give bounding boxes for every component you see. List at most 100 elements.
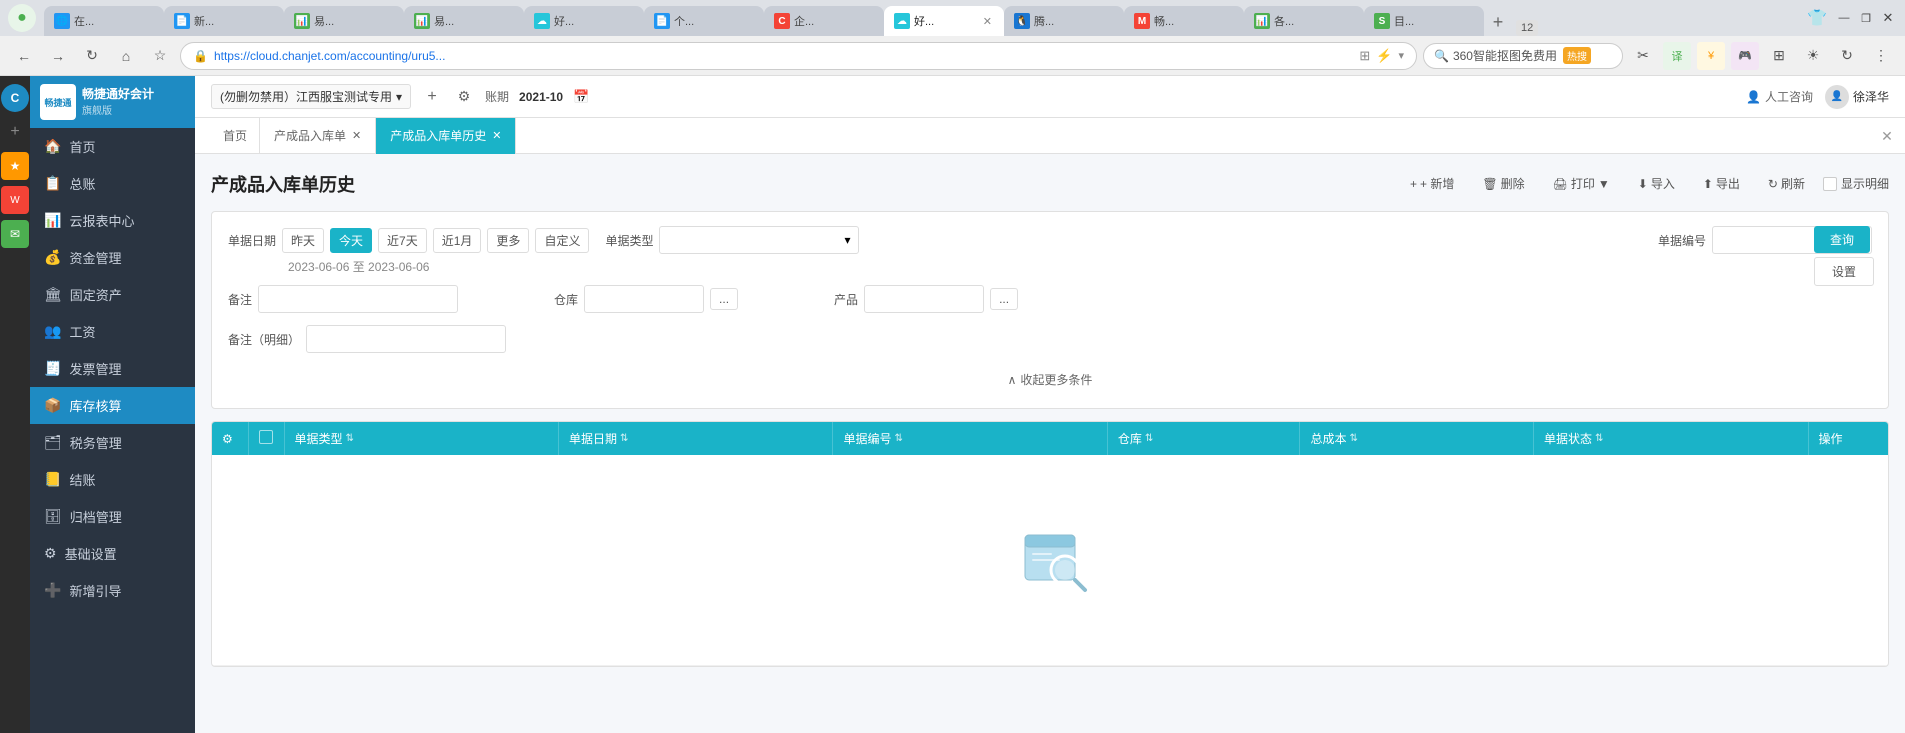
th-settings[interactable]: ⚙	[212, 422, 248, 455]
sidebar-item-archive[interactable]: 🗄 归档管理	[30, 498, 195, 535]
page-tab-history[interactable]: 产成品入库单历史 ✕	[376, 118, 516, 154]
export-button[interactable]: ⬆ 导出	[1693, 170, 1750, 197]
import-button[interactable]: ⬇ 导入	[1628, 170, 1685, 197]
calendar-icon[interactable]: 📅	[573, 89, 589, 105]
th-total-cost[interactable]: 总成本 ⇅	[1300, 422, 1534, 455]
page-tab-list-close[interactable]: ✕	[352, 129, 361, 142]
icon-bar-chanjet[interactable]: C	[1, 84, 29, 112]
browser-tab-8[interactable]: ☁ 好... ✕	[884, 6, 1004, 36]
add-company-button[interactable]: +	[421, 86, 443, 108]
home-nav-button[interactable]: ⌂	[112, 42, 140, 70]
th-doc-type[interactable]: 单据类型 ⇅	[284, 422, 558, 455]
th-checkbox[interactable]	[248, 422, 284, 455]
apps-icon[interactable]: ⊞	[1765, 42, 1793, 70]
warehouse-ellipsis[interactable]: ...	[710, 288, 738, 310]
address-bar[interactable]: 🔒 https://cloud.chanjet.com/accounting/u…	[180, 42, 1417, 70]
settings-search-button[interactable]: 设置	[1814, 257, 1874, 286]
refresh-nav-button[interactable]: ↻	[78, 42, 106, 70]
sidebar-item-invoice[interactable]: 🧾 发票管理	[30, 350, 195, 387]
company-settings-button[interactable]: ⚙	[453, 86, 475, 108]
icon-bar-weibo[interactable]: W	[1, 186, 29, 214]
browser-tab-12[interactable]: S 目...	[1364, 6, 1484, 36]
tab-close-8[interactable]: ✕	[981, 13, 994, 30]
select-chevron-icon: ▾	[844, 233, 850, 247]
dropdown-icon[interactable]: ▾	[1398, 49, 1404, 62]
th-doc-number[interactable]: 单据编号 ⇅	[833, 422, 1107, 455]
tab-label-2: 新...	[194, 13, 274, 29]
company-selector[interactable]: (勿删勿禁用）江西服宝测试专用 ▾	[211, 84, 411, 109]
bookmark-button[interactable]: ☆	[146, 42, 174, 70]
close-button[interactable]: ✕	[1879, 9, 1897, 27]
browser-tab-3[interactable]: 📊 易...	[284, 6, 404, 36]
sidebar-item-ledger[interactable]: 📋 总账	[30, 165, 195, 202]
chevron-down-icon: ▾	[396, 90, 402, 104]
product-input[interactable]	[864, 285, 984, 313]
sidebar-item-new-guide[interactable]: ➕ 新增引导	[30, 572, 195, 609]
sidebar-item-settings[interactable]: ⚙ 基础设置	[30, 535, 195, 572]
customer-service-button[interactable]: 👤 人工咨询	[1746, 88, 1813, 105]
maximize-button[interactable]: ❐	[1857, 9, 1875, 27]
sidebar-item-home[interactable]: 🏠 首页	[30, 128, 195, 165]
tab-label-1: 在...	[74, 13, 154, 29]
browser-logo[interactable]: ●	[8, 4, 36, 32]
warehouse-input[interactable]	[584, 285, 704, 313]
browser-tab-10[interactable]: M 畅...	[1124, 6, 1244, 36]
browser-tab-7[interactable]: C 企...	[764, 6, 884, 36]
translate-icon[interactable]: 译	[1663, 42, 1691, 70]
sidebar-item-tax[interactable]: 🗂 税务管理	[30, 424, 195, 461]
note-input[interactable]	[258, 285, 458, 313]
yuan-icon[interactable]: ¥	[1697, 42, 1725, 70]
page-tab-list[interactable]: 产成品入库单 ✕	[260, 118, 376, 154]
date-btn-yesterday[interactable]: 昨天	[282, 228, 324, 253]
game-icon[interactable]: 🎮	[1731, 42, 1759, 70]
search-box-browser[interactable]: 🔍 360智能抠图免费用 热搜	[1423, 43, 1623, 69]
sidebar-item-assets[interactable]: 🏛 固定资产	[30, 276, 195, 313]
sidebar-item-report[interactable]: 📊 云报表中心	[30, 202, 195, 239]
browser-tab-9[interactable]: 🐧 腾...	[1004, 6, 1124, 36]
new-record-button[interactable]: + + 新增	[1400, 170, 1464, 197]
show-columns-toggle[interactable]: 显示明细	[1823, 175, 1889, 192]
note-detail-input[interactable]	[306, 325, 506, 353]
icon-bar-mail[interactable]: ✉	[1, 220, 29, 248]
browser-tab-1[interactable]: 🌐 在...	[44, 6, 164, 36]
th-warehouse[interactable]: 仓库 ⇅	[1107, 422, 1300, 455]
date-btn-custom[interactable]: 自定义	[535, 228, 589, 253]
th-doc-status[interactable]: 单据状态 ⇅	[1533, 422, 1808, 455]
browser-tab-6[interactable]: 📄 个...	[644, 6, 764, 36]
date-btn-more[interactable]: 更多	[487, 228, 529, 253]
new-tab-button[interactable]: +	[1484, 8, 1512, 36]
refresh-button[interactable]: ↻ 刷新	[1758, 170, 1815, 197]
icon-bar-star[interactable]: ★	[1, 152, 29, 180]
back-button[interactable]: ←	[10, 42, 38, 70]
sidebar-item-inventory[interactable]: 📦 库存核算	[30, 387, 195, 424]
scissors-icon[interactable]: ✂	[1629, 42, 1657, 70]
browser-tab-4[interactable]: 📊 易...	[404, 6, 524, 36]
date-btn-today[interactable]: 今天	[330, 228, 372, 253]
more-icon[interactable]: ⋮	[1867, 42, 1895, 70]
print-dropdown-icon[interactable]: ▼	[1598, 177, 1610, 191]
doc-type-select[interactable]: ▾	[659, 226, 859, 254]
browser-tab-2[interactable]: 📄 新...	[164, 6, 284, 36]
product-ellipsis[interactable]: ...	[990, 288, 1018, 310]
page-tab-history-close[interactable]: ✕	[492, 129, 501, 142]
forward-button[interactable]: →	[44, 42, 72, 70]
date-btn-1month[interactable]: 近1月	[433, 228, 482, 253]
delete-button[interactable]: 🗑 删除	[1472, 170, 1534, 197]
sidebar-item-funds[interactable]: 💰 资金管理	[30, 239, 195, 276]
sidebar-item-payroll[interactable]: 👥 工资	[30, 313, 195, 350]
sync-icon[interactable]: ↻	[1833, 42, 1861, 70]
sidebar-item-closing[interactable]: 📒 结账	[30, 461, 195, 498]
browser-tab-11[interactable]: 📊 各...	[1244, 6, 1364, 36]
th-doc-date[interactable]: 单据日期 ⇅	[558, 422, 832, 455]
minimize-button[interactable]: —	[1835, 9, 1853, 27]
breadcrumb-home[interactable]: 首页	[211, 118, 260, 154]
icon-bar-plus[interactable]: +	[1, 118, 29, 146]
user-info[interactable]: 👤 徐泽华	[1825, 85, 1889, 109]
query-button[interactable]: 查询	[1814, 226, 1870, 253]
collapse-more-button[interactable]: ∧ 收起更多条件	[228, 365, 1872, 394]
date-btn-7days[interactable]: 近7天	[378, 228, 427, 253]
sun-icon[interactable]: ☀	[1799, 42, 1827, 70]
browser-tab-5[interactable]: ☁ 好...	[524, 6, 644, 36]
print-button[interactable]: 🖨 打印 ▼	[1543, 170, 1620, 197]
panel-close-button[interactable]: ✕	[1873, 122, 1901, 150]
